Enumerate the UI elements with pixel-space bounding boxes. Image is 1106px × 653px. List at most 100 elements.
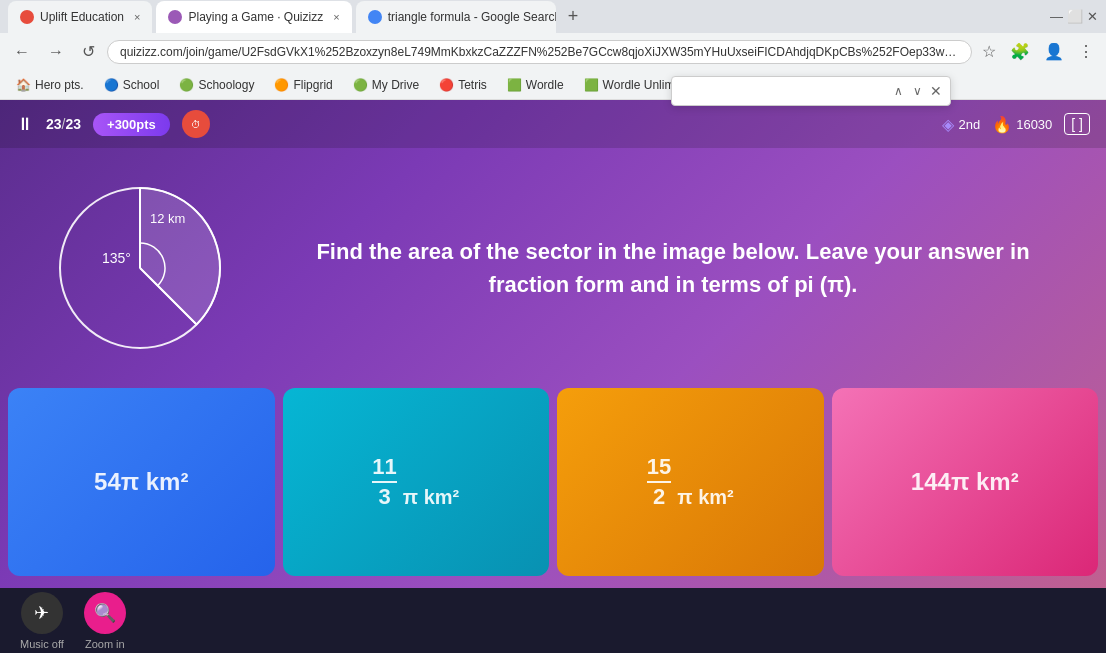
minimize-button[interactable]: —: [1050, 9, 1063, 24]
game-area: ⏸ 23/23 +300pts ⏱ ◈ 2nd 🔥 16030 [ ]: [0, 100, 1106, 588]
music-off-icon-circle: ✈: [21, 592, 63, 634]
bookmark-wordle[interactable]: 🟩 Wordle: [501, 76, 570, 94]
tab-label-uplift: Uplift Education: [40, 10, 124, 24]
answer-c-numerator: 15: [647, 455, 671, 479]
question-text: Find the area of the sector in the image…: [280, 235, 1066, 301]
bookmark-wordle-icon: 🟩: [507, 78, 522, 92]
tab-close-uplift[interactable]: ×: [134, 11, 140, 23]
bookmark-school-label: School: [123, 78, 160, 92]
question-text-content: Find the area of the sector in the image…: [316, 239, 1029, 297]
close-button[interactable]: ✕: [1087, 9, 1098, 24]
bookmark-schoology-label: Schoology: [198, 78, 254, 92]
bookmark-wordle-label: Wordle: [526, 78, 564, 92]
answer-b-denominator: 3: [378, 485, 390, 509]
tab-label-google: triangle formula - Google Search: [388, 10, 556, 24]
tab-favicon-uplift: [20, 10, 34, 24]
tab-close-quizizz[interactable]: ×: [333, 11, 339, 23]
question-counter: 23/23: [46, 116, 81, 132]
answer-b-fraction: 11 3 π km²: [372, 455, 459, 509]
tab-uplift[interactable]: Uplift Education ×: [8, 1, 152, 33]
answer-c-fraction: 15 2 π km²: [647, 455, 734, 509]
bookmark-tetris-icon: 🔴: [439, 78, 454, 92]
answer-b-line: [372, 481, 396, 483]
bookmark-mydrive-icon: 🟢: [353, 78, 368, 92]
search-popup-close[interactable]: ✕: [930, 83, 942, 99]
bookmark-schoology-icon: 🟢: [179, 78, 194, 92]
score-badge: 🔥 16030: [992, 115, 1052, 134]
bookmark-school-icon: 🔵: [104, 78, 119, 92]
tab-favicon-google: [368, 10, 382, 24]
forward-button[interactable]: →: [42, 39, 70, 65]
search-popup: ∧ ∨ ✕: [671, 76, 951, 106]
title-bar: Uplift Education × Playing a Game · Quiz…: [0, 0, 1106, 33]
extensions-button[interactable]: 🧩: [1006, 40, 1034, 63]
music-off-button[interactable]: ✈ Music off: [20, 592, 64, 650]
svg-text:12 km: 12 km: [150, 211, 185, 226]
bookmark-school[interactable]: 🔵 School: [98, 76, 166, 94]
bookmark-hero-icon: 🏠: [16, 78, 31, 92]
music-off-label: Music off: [20, 638, 64, 650]
bookmark-tetris[interactable]: 🔴 Tetris: [433, 76, 493, 94]
bookmark-star-button[interactable]: ☆: [978, 40, 1000, 63]
streak-label: 2nd: [958, 117, 980, 132]
maximize-button[interactable]: ⬜: [1067, 9, 1083, 24]
bookmark-schoology[interactable]: 🟢 Schoology: [173, 76, 260, 94]
answer-card-c[interactable]: 15 2 π km²: [557, 388, 824, 576]
bookmark-flipgrid[interactable]: 🟠 Flipgrid: [268, 76, 338, 94]
timer-indicator: ⏱: [182, 110, 210, 138]
points-label: +300pts: [107, 117, 156, 132]
fire-icon: 🔥: [992, 115, 1012, 134]
score-value: 16030: [1016, 117, 1052, 132]
new-tab-button[interactable]: +: [560, 2, 587, 31]
search-popup-prev[interactable]: ∧: [894, 84, 903, 98]
answer-card-a[interactable]: 54π km²: [8, 388, 275, 576]
nav-icons: ☆ 🧩 👤 ⋮: [978, 40, 1098, 63]
bookmark-flipgrid-icon: 🟠: [274, 78, 289, 92]
bookmark-flipgrid-label: Flipgrid: [293, 78, 332, 92]
bookmark-tetris-label: Tetris: [458, 78, 487, 92]
answers-row: 54π km² 11 3 π km² 15: [0, 388, 1106, 588]
browser-frame: Uplift Education × Playing a Game · Quiz…: [0, 0, 1106, 653]
answer-card-b[interactable]: 11 3 π km²: [283, 388, 550, 576]
answer-b-numerator: 11: [372, 455, 396, 479]
profile-button[interactable]: 👤: [1040, 40, 1068, 63]
search-popup-next[interactable]: ∨: [913, 84, 922, 98]
zoom-in-label: Zoom in: [85, 638, 125, 650]
reload-button[interactable]: ↺: [76, 38, 101, 65]
address-bar[interactable]: quizizz.com/join/game/U2FsdGVkX1%252Bzox…: [107, 40, 972, 64]
timer-icon: ⏱: [191, 119, 201, 130]
search-popup-input[interactable]: [680, 84, 886, 99]
zoom-in-icon-circle: 🔍: [84, 592, 126, 634]
bookmark-mydrive[interactable]: 🟢 My Drive: [347, 76, 425, 94]
answer-d-text: 144π km²: [911, 468, 1019, 496]
bookmark-hero[interactable]: 🏠 Hero pts.: [10, 76, 90, 94]
tab-google[interactable]: triangle formula - Google Search ×: [356, 1, 556, 33]
nav-bar: ← → ↺ quizizz.com/join/game/U2FsdGVkX1%2…: [0, 33, 1106, 70]
tab-label-quizizz: Playing a Game · Quizizz: [188, 10, 323, 24]
points-badge: +300pts: [93, 113, 170, 136]
svg-text:135°: 135°: [102, 250, 131, 266]
tab-quizizz[interactable]: Playing a Game · Quizizz ×: [156, 1, 351, 33]
answer-c-fraction-display: 15 2: [647, 455, 671, 509]
answer-card-d[interactable]: 144π km²: [832, 388, 1099, 576]
answer-a-text: 54π km²: [94, 468, 188, 496]
zoom-in-button[interactable]: 🔍 Zoom in: [84, 592, 126, 650]
circle-svg: 135° 12 km: [40, 168, 240, 368]
zoom-in-icon: 🔍: [94, 602, 116, 624]
bookmark-hero-label: Hero pts.: [35, 78, 84, 92]
bottom-controls: ✈ Music off 🔍 Zoom in: [0, 588, 1106, 653]
bookmark-mydrive-label: My Drive: [372, 78, 419, 92]
menu-button[interactable]: ⋮: [1074, 40, 1098, 63]
expand-button[interactable]: [ ]: [1064, 113, 1090, 135]
streak-badge: ◈ 2nd: [942, 115, 980, 134]
back-button[interactable]: ←: [8, 39, 36, 65]
bookmark-wordle-unlimited-icon: 🟩: [584, 78, 599, 92]
streak-icon: ◈: [942, 115, 954, 134]
answer-b-fraction-display: 11 3: [372, 455, 396, 509]
answer-c-line: [647, 481, 671, 483]
answer-c-suffix: π km²: [677, 486, 733, 509]
game-top-bar: ⏸ 23/23 +300pts ⏱ ◈ 2nd 🔥 16030 [ ]: [0, 100, 1106, 148]
tab-favicon-quizizz: [168, 10, 182, 24]
answer-c-denominator: 2: [653, 485, 665, 509]
pause-button[interactable]: ⏸: [16, 114, 34, 135]
